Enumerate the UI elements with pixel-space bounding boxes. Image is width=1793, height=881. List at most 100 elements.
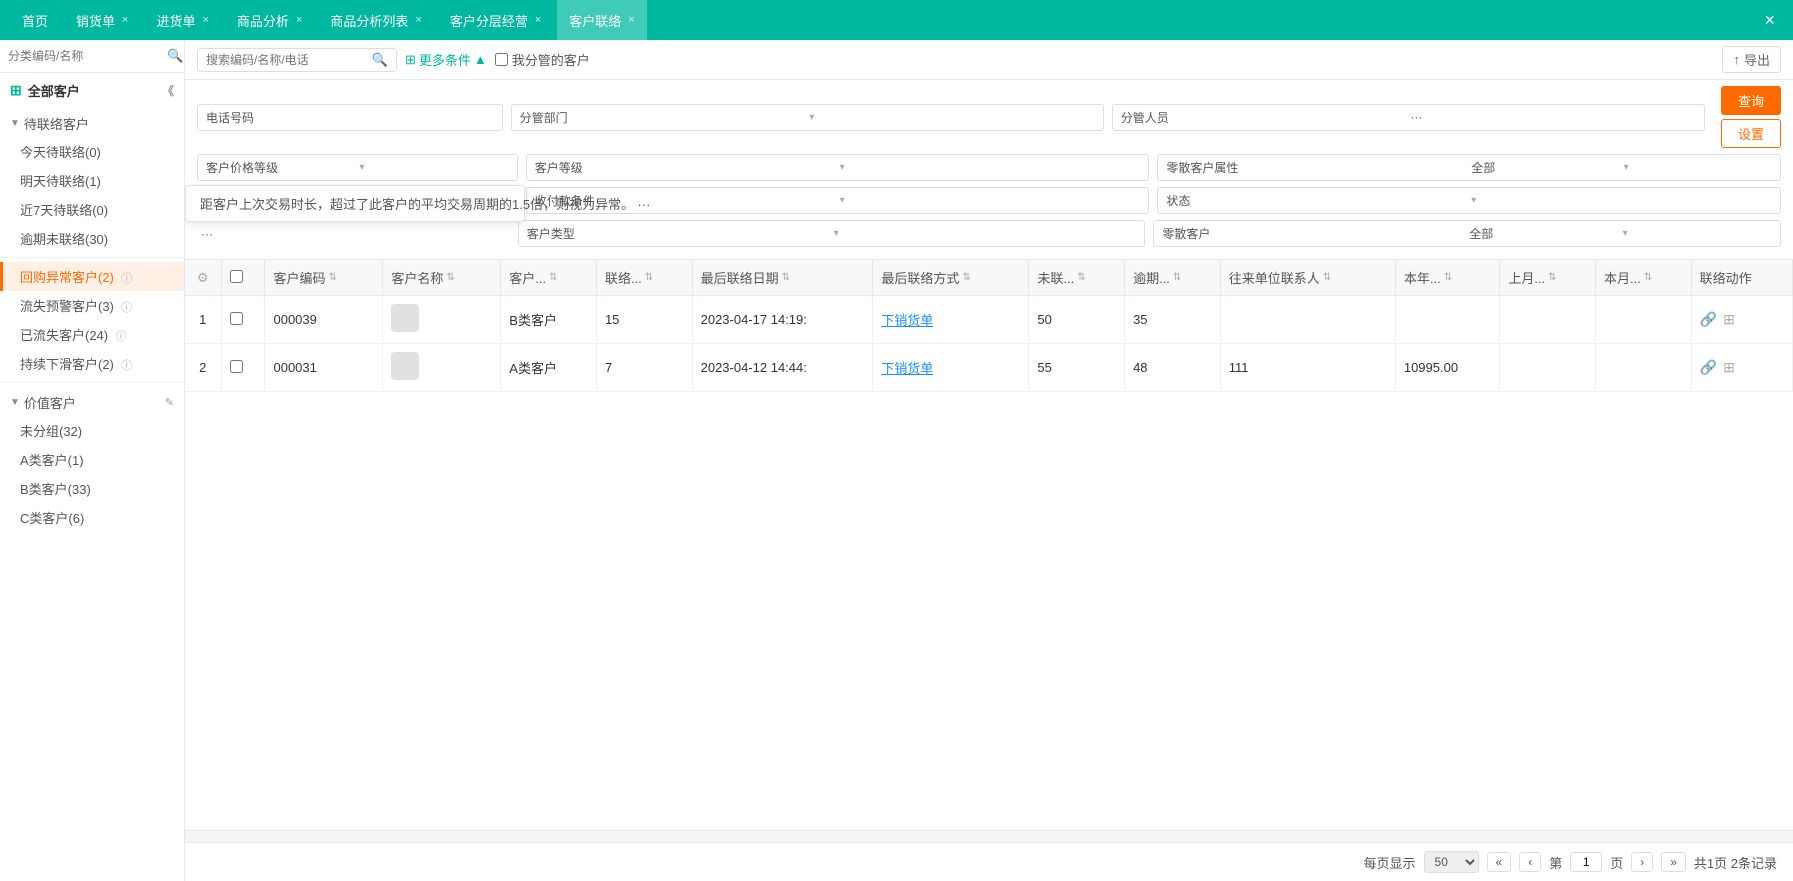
nav-window-close[interactable]: × <box>1756 10 1783 31</box>
search-icon[interactable]: 🔍 <box>372 52 388 68</box>
retail-attr-field[interactable]: 零散客户属性 全部 ▾ <box>1157 154 1781 181</box>
sidebar-item-today-pending[interactable]: 今天待联络(0) <box>0 137 184 166</box>
sidebar-collapse-btn[interactable]: 《 <box>162 82 174 99</box>
customer-level-field[interactable]: 客户等级 ▾ <box>526 154 1150 181</box>
td-last-method-2[interactable]: 下销货单 <box>873 344 1029 392</box>
td-type-1: B类客户 <box>501 296 597 344</box>
td-checkbox-1[interactable] <box>221 296 265 344</box>
lost-preview-info-icon: ⓘ <box>121 302 132 314</box>
nav-home[interactable]: 首页 <box>10 0 60 40</box>
export-icon: ↑ <box>1733 52 1740 67</box>
select-all-checkbox[interactable] <box>230 270 243 283</box>
sidebar-search-icon[interactable]: 🔍 <box>167 48 183 64</box>
adv-dots-row4[interactable]: ··· <box>197 227 502 241</box>
sidebar-item-ungrouped[interactable]: 未分组(32) <box>0 416 184 445</box>
row-checkbox-2[interactable] <box>230 360 243 373</box>
sidebar-item-week-pending[interactable]: 近7天待联络(0) <box>0 195 184 224</box>
th-type[interactable]: 客户... ⇅ <box>501 260 597 296</box>
nav-sales-order[interactable]: 销货单 × <box>64 0 140 40</box>
th-settings[interactable]: ⚙ <box>185 260 221 296</box>
row-checkbox-1[interactable] <box>230 312 243 325</box>
nav-customer-stratification[interactable]: 客户分层经营 × <box>438 0 553 40</box>
th-contact-person[interactable]: 往来单位联系人 ⇅ <box>1220 260 1395 296</box>
price-level-field[interactable]: 客户价格等级 ▾ <box>197 154 518 181</box>
nav-product-analysis-list[interactable]: 商品分析列表 × <box>318 0 433 40</box>
th-last-month[interactable]: 上月... ⇅ <box>1500 260 1596 296</box>
sidebar-item-repeat-purchase[interactable]: 回购异常客户(2) ⓘ <box>0 262 184 291</box>
customer-type-field: ··· <box>197 223 510 245</box>
page-size-select[interactable]: 50 20 100 <box>1424 851 1479 873</box>
th-this-year[interactable]: 本年... ⇅ <box>1395 260 1499 296</box>
hscroll-bar[interactable] <box>185 830 1793 842</box>
nav-close-sales-order[interactable]: × <box>122 14 128 26</box>
gear-icon[interactable]: ⚙ <box>197 270 209 285</box>
sidebar-item-declining[interactable]: 持续下滑客户(2) ⓘ <box>0 349 184 378</box>
sort-not-contacted-icon: ⇅ <box>1077 272 1085 283</box>
dept-field[interactable]: 分管部门 ▾ <box>511 104 1104 131</box>
sidebar: 🔍 ⊞ 全部客户 《 ▼ 待联络客户 今天待联络(0) 明天待联络(1) 近7天… <box>0 40 185 881</box>
th-contact-count[interactable]: 联络... ⇅ <box>596 260 692 296</box>
nav-close-customer-contact[interactable]: × <box>628 14 634 26</box>
th-last-contact-method[interactable]: 最后联络方式 ⇅ <box>873 260 1029 296</box>
tooltip-dots[interactable]: ··· <box>637 197 650 212</box>
th-name[interactable]: 客户名称 ⇅ <box>383 260 501 296</box>
search-input[interactable] <box>206 53 368 67</box>
table-row: 2 000031 A类客户 <box>185 344 1793 392</box>
th-not-contacted[interactable]: 未联... ⇅ <box>1029 260 1125 296</box>
payment-caret-icon: ▾ <box>840 195 1141 206</box>
row-actions-2: 🔗 ⊞ <box>1700 359 1784 376</box>
th-this-month[interactable]: 本月... ⇅ <box>1595 260 1691 296</box>
my-customers-checkbox[interactable] <box>495 53 508 66</box>
customer-type-select[interactable]: 客户类型 ▾ <box>518 220 1146 247</box>
nav-product-analysis[interactable]: 商品分析 × <box>225 0 314 40</box>
person-field[interactable]: 分管人员 ··· <box>1112 104 1705 131</box>
sidebar-item-lost-preview[interactable]: 流失预警客户(3) ⓘ <box>0 291 184 320</box>
nav-customer-contact[interactable]: 客户联络 × <box>557 0 646 40</box>
td-not-contacted-1: 50 <box>1029 296 1125 344</box>
nav-close-customer-stratification[interactable]: × <box>535 14 541 26</box>
nav-close-product-analysis-list[interactable]: × <box>415 14 421 26</box>
my-customers-checkbox-wrap[interactable]: 我分管的客户 <box>495 50 590 69</box>
person-dots[interactable]: ··· <box>1406 110 1696 124</box>
th-checkbox[interactable] <box>221 260 265 296</box>
th-overdue[interactable]: 逾期... ⇅ <box>1125 260 1221 296</box>
sidebar-pending-group[interactable]: ▼ 待联络客户 <box>0 108 184 137</box>
sidebar-search-input[interactable] <box>8 49 163 63</box>
td-contact-count-2: 7 <box>596 344 692 392</box>
phone-field[interactable]: 电话号码 <box>197 104 503 131</box>
td-last-method-1[interactable]: 下销货单 <box>873 296 1029 344</box>
sort-last-contact-method-icon: ⇅ <box>962 272 970 283</box>
sidebar-item-already-lost[interactable]: 已流失客户(24) ⓘ <box>0 320 184 349</box>
page-input[interactable] <box>1570 852 1602 872</box>
sidebar-item-c-class[interactable]: C类客户(6) <box>0 503 184 532</box>
td-last-date-2: 2023-04-12 14:44: <box>692 344 873 392</box>
prev-page-btn[interactable]: ‹ <box>1519 852 1541 872</box>
next-page-btn[interactable]: › <box>1631 852 1653 872</box>
nav-purchase-order[interactable]: 进货单 × <box>144 0 220 40</box>
row-action-grid-icon-2[interactable]: ⊞ <box>1723 359 1735 376</box>
query-btn[interactable]: 查询 <box>1721 86 1781 115</box>
status-field[interactable]: 状态 ▾ <box>1157 187 1781 214</box>
row-action-link-icon-2[interactable]: 🔗 <box>1700 359 1717 376</box>
more-conditions-btn[interactable]: ⊞ 更多条件 ▲ <box>405 50 487 69</box>
retail-customer-field[interactable]: 零散客户 全部 ▾ <box>1153 220 1781 247</box>
sidebar-item-a-class[interactable]: A类客户(1) <box>0 445 184 474</box>
settings-btn[interactable]: 设置 <box>1721 119 1781 148</box>
sidebar-item-tomorrow-pending[interactable]: 明天待联络(1) <box>0 166 184 195</box>
adv-row-4: ··· 客户类型 ▾ 零散客户 全部 ▾ <box>197 220 1781 247</box>
sidebar-value-group[interactable]: ▼ 价值客户 ✎ <box>0 387 184 416</box>
row-action-grid-icon-1[interactable]: ⊞ <box>1723 311 1735 328</box>
sidebar-item-b-class[interactable]: B类客户(33) <box>0 474 184 503</box>
first-page-btn[interactable]: « <box>1487 852 1512 872</box>
sidebar-item-overdue-pending[interactable]: 逾期未联络(30) <box>0 224 184 253</box>
value-edit-icon[interactable]: ✎ <box>165 396 174 409</box>
export-btn[interactable]: ↑ 导出 <box>1722 46 1781 73</box>
row-action-link-icon-1[interactable]: 🔗 <box>1700 311 1717 328</box>
th-last-contact-date[interactable]: 最后联络日期 ⇅ <box>692 260 873 296</box>
th-code[interactable]: 客户编码 ⇅ <box>265 260 383 296</box>
nav-close-product-analysis[interactable]: × <box>296 14 302 26</box>
td-checkbox-2[interactable] <box>221 344 265 392</box>
td-action-2: 🔗 ⊞ <box>1691 344 1792 392</box>
last-page-btn[interactable]: » <box>1661 852 1686 872</box>
nav-close-purchase-order[interactable]: × <box>202 14 208 26</box>
